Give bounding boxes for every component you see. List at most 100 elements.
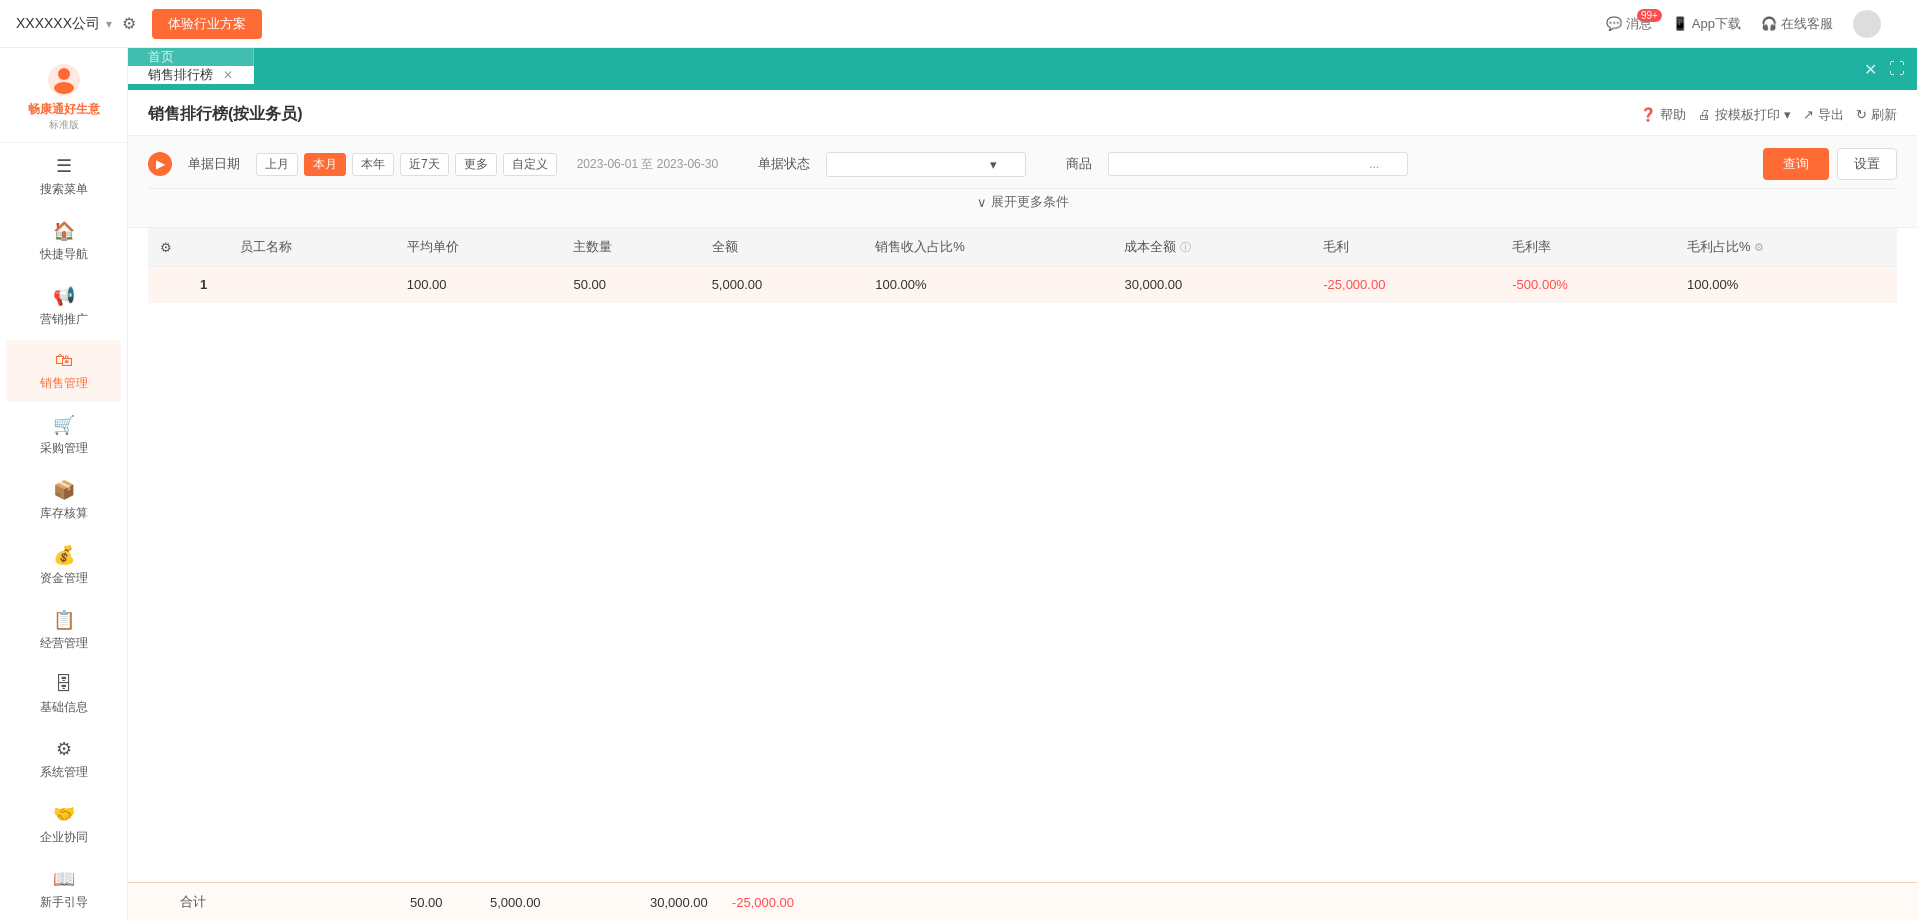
query-btn[interactable]: 查询 [1763, 148, 1829, 180]
tab-label-sales-rank: 销售排行榜 [148, 66, 213, 84]
sidebar-item-inventory[interactable]: 📦 库存核算 [6, 469, 121, 532]
phone-icon: 📱 [1672, 16, 1688, 31]
sidebar-item-basic-info[interactable]: 🗄 基础信息 [6, 664, 121, 726]
maximize-icon[interactable]: ⛶ [1889, 60, 1905, 78]
tab-sales-rank[interactable]: 销售排行榜 ✕ [128, 66, 254, 84]
goods-filter-label: 商品 [1066, 155, 1092, 173]
col-gross-rate-header: 毛利率 [1500, 228, 1675, 267]
sidebar-icon-collab: 🤝 [53, 803, 75, 825]
date-btn-this-year[interactable]: 本年 [352, 153, 394, 176]
sidebar-label-finance: 资金管理 [40, 570, 88, 587]
sidebar-label-search-order: 搜索菜单 [40, 181, 88, 198]
table-head: ⚙ 员工名称 平均单价 主数量 全额 销售收入占比% 成本全额 ⓘ 毛利 毛利率… [148, 228, 1897, 267]
col-main-qty-header: 主数量 [561, 228, 699, 267]
row-gross-pct-0: 100.00% [1675, 267, 1897, 303]
date-range-display: 2023-06-01 至 2023-06-30 [577, 156, 718, 173]
refresh-btn[interactable]: ↻ 刷新 [1856, 106, 1897, 124]
print-icon: 🖨 [1698, 107, 1711, 122]
company-selector[interactable]: XXXXXX公司 ▾ [16, 15, 112, 33]
sidebar-label-sales: 销售管理 [40, 375, 88, 392]
page-content: 销售排行榜(按业务员) ❓ 帮助 🖨 按模板打印 ▾ ↗ 导出 [128, 90, 1917, 921]
sidebar-label-quick-nav: 快捷导航 [40, 246, 88, 263]
row-cost-amount-0: 30,000.00 [1112, 267, 1311, 303]
table-header-row: ⚙ 员工名称 平均单价 主数量 全额 销售收入占比% 成本全额 ⓘ 毛利 毛利率… [148, 228, 1897, 267]
print-chevron-icon: ▾ [1784, 107, 1791, 122]
sidebar-icon-search-order: ☰ [56, 155, 72, 177]
svg-point-1 [58, 68, 70, 80]
footer-total-amount: 5,000.00 [478, 895, 558, 910]
message-area[interactable]: 💬 消息 99+ [1606, 15, 1652, 33]
footer-total-label: 合计 [148, 893, 318, 911]
sidebar-item-finance[interactable]: 💰 资金管理 [6, 534, 121, 597]
sidebar-item-quick-nav[interactable]: 🏠 快捷导航 [6, 210, 121, 273]
footer-main-qty: 50.00 [398, 895, 478, 910]
col-total-amount-header: 全额 [700, 228, 864, 267]
date-filter-label: 单据日期 [188, 155, 240, 173]
sidebar-item-system[interactable]: ⚙ 系统管理 [6, 728, 121, 791]
sidebar-item-marketing[interactable]: 📢 营销推广 [6, 275, 121, 338]
export-btn[interactable]: ↗ 导出 [1803, 106, 1844, 124]
col-rank-header [188, 228, 228, 267]
online-service-btn[interactable]: 🎧 在线客服 [1761, 15, 1833, 33]
filter-row-1: ▶ 单据日期 上月 本月 本年 近7天 更多 自定义 2023-06-01 至 … [148, 148, 1897, 180]
trial-btn[interactable]: 体验行业方案 [152, 9, 262, 39]
col-settings-header[interactable]: ⚙ [148, 228, 188, 267]
app-download-btn[interactable]: 📱 App下载 [1672, 15, 1741, 33]
date-btn-last-month[interactable]: 上月 [256, 153, 298, 176]
filter-settings-btn[interactable]: 设置 [1837, 148, 1897, 180]
message-badge: 99+ [1637, 9, 1662, 22]
status-select[interactable]: ▾ [826, 152, 1026, 177]
row-rank-0: 1 [188, 267, 228, 303]
col-gross-profit-header: 毛利 [1311, 228, 1500, 267]
cost-info-icon: ⓘ [1180, 241, 1191, 253]
row-gross-profit-0: -25,000.00 [1311, 267, 1500, 303]
tab-bar-right: ✕ ⛶ [1852, 48, 1917, 90]
avatar[interactable] [1853, 10, 1881, 38]
sidebar-item-collab[interactable]: 🤝 企业协同 [6, 793, 121, 856]
tabs-container: 首页销售排行榜 ✕ [128, 48, 254, 90]
close-window-icon[interactable]: ✕ [1864, 60, 1877, 79]
row-main-qty-0: 50.00 [561, 267, 699, 303]
col-employee-header: 员工名称 [228, 228, 395, 267]
expand-more-btn[interactable]: ∨ 展开更多条件 [148, 188, 1897, 215]
app-title: 畅康通好生意 [28, 102, 100, 118]
sidebar-icon-system: ⚙ [56, 738, 72, 760]
page-header: 销售排行榜(按业务员) ❓ 帮助 🖨 按模板打印 ▾ ↗ 导出 [128, 90, 1917, 136]
sidebar-icon-inventory: 📦 [53, 479, 75, 501]
sidebar-item-purchase[interactable]: 🛒 采购管理 [6, 404, 121, 467]
date-btn-more[interactable]: 更多 [455, 153, 497, 176]
col-sales-pct-header: 销售收入占比% [863, 228, 1112, 267]
export-icon: ↗ [1803, 107, 1814, 122]
filter-area: ▶ 单据日期 上月 本月 本年 近7天 更多 自定义 2023-06-01 至 … [128, 136, 1917, 228]
sidebar-icon-finance: 💰 [53, 544, 75, 566]
sidebar-label-basic-info: 基础信息 [40, 699, 88, 716]
col-gross-pct-header: 毛利占比% ⚙ [1675, 228, 1897, 267]
sidebar-label-collab: 企业协同 [40, 829, 88, 846]
sidebar-item-sales[interactable]: 🛍 销售管理 [6, 340, 121, 402]
tab-home[interactable]: 首页 [128, 48, 254, 66]
tab-close-sales-rank[interactable]: ✕ [223, 68, 233, 82]
filter-collapse-btn[interactable]: ▶ [148, 152, 172, 176]
refresh-label: 刷新 [1871, 106, 1897, 124]
settings-icon[interactable]: ⚙ [122, 14, 136, 33]
date-btn-custom[interactable]: 自定义 [503, 153, 557, 176]
sidebar-item-search-order[interactable]: ☰ 搜索菜单 [6, 145, 121, 208]
date-btn-last-7days[interactable]: 近7天 [400, 153, 449, 176]
col-avg-price-header: 平均单价 [395, 228, 562, 267]
goods-more-link[interactable]: ... [1369, 157, 1379, 171]
tab-label-home: 首页 [148, 48, 174, 66]
help-link[interactable]: ❓ 帮助 [1640, 106, 1686, 124]
sidebar-item-guide[interactable]: 📖 新手引导 [6, 858, 121, 921]
page-title: 销售排行榜(按业务员) [148, 104, 303, 125]
table-settings-icon: ⚙ [160, 240, 172, 255]
sidebar-label-guide: 新手引导 [40, 894, 88, 911]
status-chevron-icon: ▾ [990, 157, 997, 172]
sidebar: 畅康通好生意 标准版 ☰ 搜索菜单 🏠 快捷导航 📢 营销推广 🛍 销售管理 🛒… [0, 48, 128, 921]
template-print-btn[interactable]: 🖨 按模板打印 ▾ [1698, 106, 1791, 124]
goods-input[interactable]: ... [1108, 152, 1408, 176]
app-subtitle: 标准版 [49, 118, 79, 132]
sidebar-item-operations[interactable]: 📋 经营管理 [6, 599, 121, 662]
top-header: XXXXXX公司 ▾ ⚙ 体验行业方案 💬 消息 99+ 📱 App下载 🎧 在… [0, 0, 1917, 48]
date-btn-this-month[interactable]: 本月 [304, 153, 346, 176]
row-employee-0 [228, 267, 395, 303]
